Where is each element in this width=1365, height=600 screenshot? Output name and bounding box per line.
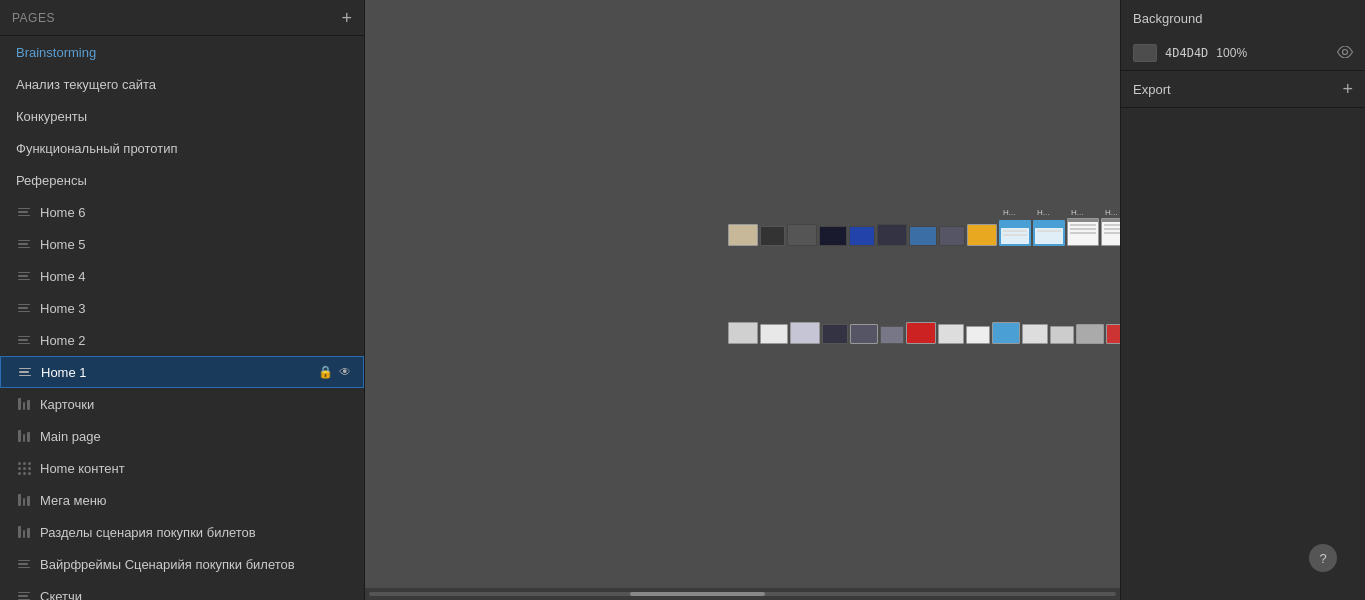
- thumb-item[interactable]: [938, 324, 964, 344]
- eye-icon[interactable]: 👁: [339, 365, 351, 379]
- sidebar-item-brainstorming[interactable]: Brainstorming: [0, 36, 364, 68]
- thumb-item[interactable]: [992, 322, 1020, 344]
- thumb-item[interactable]: [909, 226, 937, 246]
- thumb-item[interactable]: [1050, 326, 1074, 344]
- sidebar-title: Pages: [12, 11, 55, 25]
- opacity-value[interactable]: 100%: [1216, 46, 1247, 60]
- bars-icon: [17, 368, 33, 377]
- bars-icon: [16, 208, 32, 217]
- canvas-content: H... H... H... H... H...: [365, 0, 1120, 580]
- canvas-scrollbar[interactable]: [365, 588, 1120, 600]
- sidebar-item-analysis[interactable]: Анализ текущего сайта: [0, 68, 364, 100]
- sidebar-item-prototype[interactable]: Функциональный прототип: [0, 132, 364, 164]
- export-add-button[interactable]: +: [1342, 80, 1353, 98]
- background-section: Background 4D4D4D 100%: [1121, 0, 1365, 71]
- background-title: Background: [1133, 11, 1202, 26]
- thumbnail-row1: [728, 218, 1120, 246]
- thumb-item[interactable]: [849, 226, 875, 246]
- sidebar-item-home1[interactable]: Home 1 🔒 👁: [0, 356, 364, 388]
- colbars-icon: [16, 494, 32, 506]
- color-hex-value[interactable]: 4D4D4D: [1165, 46, 1208, 60]
- thumb-item[interactable]: [939, 226, 965, 246]
- thumb-item[interactable]: [966, 326, 990, 344]
- colbars-icon: [16, 526, 32, 538]
- lock-icon[interactable]: 🔒: [318, 365, 333, 379]
- sidebar-item-wireframes[interactable]: Вайрфреймы Сценарийя покупки билетов: [0, 548, 364, 580]
- thumb-item[interactable]: [728, 224, 758, 246]
- thumb-item[interactable]: [822, 324, 848, 344]
- main-canvas[interactable]: H... H... H... H... H...: [365, 0, 1120, 600]
- colbars-icon: [16, 398, 32, 410]
- color-swatch[interactable]: [1133, 44, 1157, 62]
- sidebar-item-home3[interactable]: Home 3: [0, 292, 364, 324]
- home1-actions: 🔒 👁: [318, 365, 351, 379]
- sidebar-item-references[interactable]: Референсы: [0, 164, 364, 196]
- thumb-item[interactable]: [877, 224, 907, 246]
- scrollbar-thumb[interactable]: [630, 592, 764, 596]
- sidebar-item-home6[interactable]: Home 6: [0, 196, 364, 228]
- thumb-item[interactable]: [1101, 218, 1120, 246]
- sidebar-items-list: Brainstorming Анализ текущего сайта Конк…: [0, 36, 364, 600]
- thumb-item-selected[interactable]: [1033, 220, 1065, 246]
- help-button[interactable]: ?: [1309, 544, 1337, 572]
- thumb-item[interactable]: [790, 322, 820, 344]
- sidebar-item-competitors[interactable]: Конкуренты: [0, 100, 364, 132]
- sidebar-item-homecontent[interactable]: Home контент: [0, 452, 364, 484]
- sidebar-item-home5[interactable]: Home 5: [0, 228, 364, 260]
- thumb-item[interactable]: [787, 224, 817, 246]
- thumb-item[interactable]: [760, 226, 785, 246]
- sidebar-item-home2[interactable]: Home 2: [0, 324, 364, 356]
- bars-icon: [16, 240, 32, 249]
- background-content: 4D4D4D 100%: [1121, 36, 1365, 70]
- colbars-icon: [16, 430, 32, 442]
- pages-sidebar: Pages + Brainstorming Анализ текущего са…: [0, 0, 365, 600]
- thumb-item[interactable]: [1022, 324, 1048, 344]
- thumb-item[interactable]: [819, 226, 847, 246]
- sidebar-item-kartochki[interactable]: Карточки: [0, 388, 364, 420]
- right-panel: Background 4D4D4D 100% Export + ?: [1120, 0, 1365, 600]
- svg-point-0: [1343, 50, 1348, 55]
- export-title: Export: [1133, 82, 1171, 97]
- thumb-item-selected[interactable]: [999, 220, 1031, 246]
- bars-icon: [16, 304, 32, 313]
- thumb-item[interactable]: [967, 224, 997, 246]
- dots-icon: [16, 462, 32, 475]
- sidebar-item-razdely[interactable]: Разделы сценария покупки билетов: [0, 516, 364, 548]
- thumb-row1-labels: H... H... H... H... H...: [1003, 208, 1120, 217]
- bars-icon: [16, 560, 32, 569]
- bars-icon: [16, 336, 32, 345]
- visibility-eye-icon[interactable]: [1337, 45, 1353, 61]
- thumb-item[interactable]: [1076, 324, 1104, 344]
- bars-icon: [16, 592, 32, 600]
- sidebar-item-megamenu[interactable]: Мега меню: [0, 484, 364, 516]
- sidebar-header: Pages +: [0, 0, 364, 36]
- thumb-item[interactable]: [760, 324, 788, 344]
- thumb-item[interactable]: [850, 324, 878, 344]
- thumbnail-row2: [728, 322, 1120, 344]
- thumb-item[interactable]: [906, 322, 936, 344]
- background-header: Background: [1121, 0, 1365, 36]
- export-header: Export +: [1121, 71, 1365, 107]
- sidebar-item-mainpage[interactable]: Main page: [0, 420, 364, 452]
- sidebar-item-home4[interactable]: Home 4: [0, 260, 364, 292]
- thumb-item[interactable]: [1106, 324, 1120, 344]
- export-section: Export +: [1121, 71, 1365, 108]
- thumb-item[interactable]: [1067, 218, 1099, 246]
- bars-icon: [16, 272, 32, 281]
- add-page-button[interactable]: +: [341, 9, 352, 27]
- scrollbar-track: [369, 592, 1116, 596]
- thumb-item[interactable]: [880, 326, 904, 344]
- thumb-item[interactable]: [728, 322, 758, 344]
- sidebar-item-sketchi[interactable]: Скетчи: [0, 580, 364, 600]
